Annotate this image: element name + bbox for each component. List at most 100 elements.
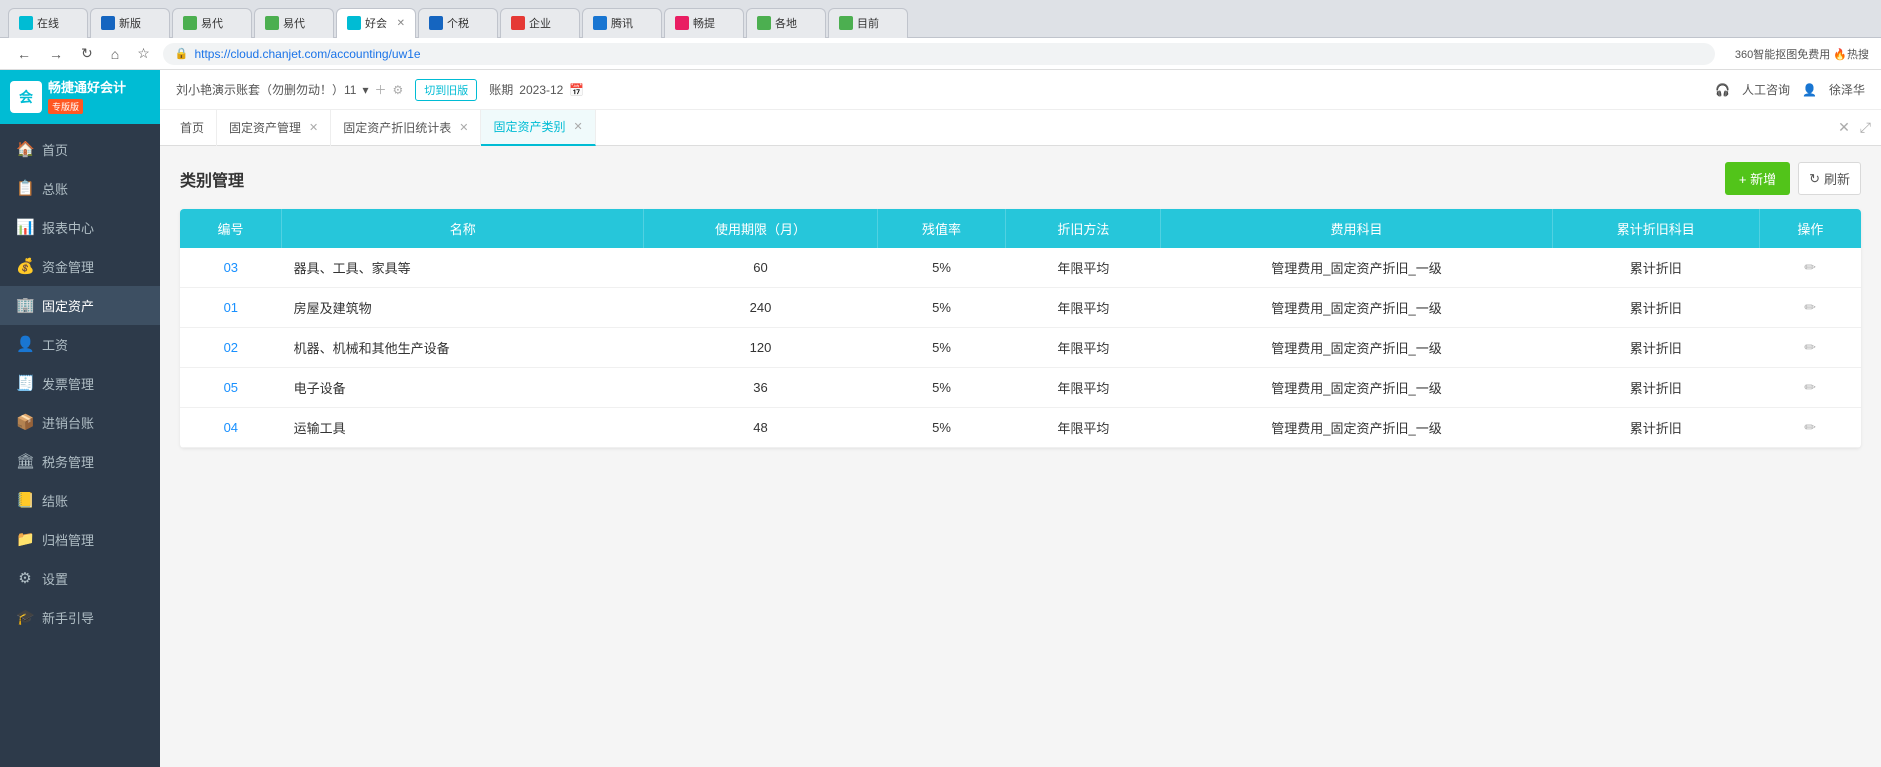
sidebar-item-close[interactable]: 📒 结账 [0, 481, 160, 520]
sidebar-item-tax[interactable]: 🏛 税务管理 [0, 442, 160, 481]
sidebar-nav: 🏠 首页 📋 总账 📊 报表中心 💰 资金管理 🏢 固定资产 👤 工资 [0, 124, 160, 767]
tab-favicon-5 [429, 16, 443, 30]
tab-favicon-4 [347, 16, 361, 30]
sidebar-item-reports[interactable]: 📊 报表中心 [0, 208, 160, 247]
tab-favicon-2 [183, 16, 197, 30]
cell-action-0[interactable]: ✏ [1759, 248, 1861, 288]
browser-tab-3[interactable]: 易代 [254, 8, 334, 38]
switch-version-button[interactable]: 切到旧版 [415, 79, 477, 101]
page-tab-category-close[interactable]: ✕ [574, 120, 583, 133]
edit-icon-0[interactable]: ✏ [1804, 259, 1816, 275]
cell-period-0: 60 [644, 248, 877, 288]
sidebar-item-settings[interactable]: ⚙ 设置 [0, 559, 160, 598]
table-row: 02 机器、机械和其他生产设备 120 5% 年限平均 管理费用_固定资产折旧_… [180, 328, 1861, 368]
payroll-icon: 👤 [16, 335, 34, 353]
browser-tab-9[interactable]: 各地 [746, 8, 826, 38]
sidebar-item-funds[interactable]: 💰 资金管理 [0, 247, 160, 286]
dropdown-icon[interactable]: ▾ [362, 83, 368, 97]
browser-tab-close-4[interactable]: ✕ [397, 18, 405, 29]
sidebar-item-guide[interactable]: 🎓 新手引导 [0, 598, 160, 637]
browser-tab-2[interactable]: 易代 [172, 8, 252, 38]
tab-collapse-button[interactable]: ✕ [1836, 117, 1852, 138]
cell-expense-2: 管理费用_固定资产折旧_一级 [1161, 328, 1552, 368]
browser-tab-0[interactable]: 在线 [8, 8, 88, 38]
search-area: 360智能抠图免费用 🔥热搜 [1735, 46, 1869, 62]
cell-method-3: 年限平均 [1006, 368, 1161, 408]
col-code: 编号 [180, 209, 282, 248]
col-rate: 残值率 [877, 209, 1006, 248]
reload-button[interactable]: ↻ [76, 43, 98, 64]
top-bar: 刘小艳演示账套（勿删勿动！）11 ▾ ＋ ⚙ 切到旧版 账期 2023-12 📅… [160, 70, 1881, 110]
back-button[interactable]: ← [12, 44, 36, 64]
tab-label-2: 易代 [201, 15, 223, 31]
cell-period-2: 120 [644, 328, 877, 368]
browser-tab-7[interactable]: 腾讯 [582, 8, 662, 38]
add-category-button[interactable]: + 新增 [1725, 162, 1790, 195]
tab-expand-button[interactable]: ⤢ [1858, 117, 1873, 138]
sidebar-label-inventory: 进销台账 [42, 413, 94, 432]
sidebar-logo: 会 畅捷通好会计 专版版 [0, 70, 160, 124]
sidebar-item-payroll[interactable]: 👤 工资 [0, 325, 160, 364]
tab-favicon-8 [675, 16, 689, 30]
edit-icon-1[interactable]: ✏ [1804, 299, 1816, 315]
browser-tab-6[interactable]: 企业 [500, 8, 580, 38]
cell-action-4[interactable]: ✏ [1759, 408, 1861, 448]
col-action: 操作 [1759, 209, 1861, 248]
sidebar-label-funds: 资金管理 [42, 257, 94, 276]
browser-tab-4[interactable]: 好会 ✕ [336, 8, 416, 38]
logo-badge: 专版版 [48, 99, 83, 114]
forward-button[interactable]: → [44, 44, 68, 64]
edit-icon-3[interactable]: ✏ [1804, 379, 1816, 395]
page-tab-fixed-assets-mgmt-close[interactable]: ✕ [309, 121, 318, 134]
col-depreciation: 累计折旧科目 [1552, 209, 1759, 248]
edit-icon-4[interactable]: ✏ [1804, 419, 1816, 435]
sidebar-item-invoice[interactable]: 🧾 发票管理 [0, 364, 160, 403]
calendar-icon[interactable]: 📅 [569, 83, 584, 97]
sidebar-item-inventory[interactable]: 📦 进销台账 [0, 403, 160, 442]
bookmark-button[interactable]: ☆ [132, 43, 155, 64]
sidebar-label-invoice: 发票管理 [42, 374, 94, 393]
sidebar-item-home[interactable]: 🏠 首页 [0, 130, 160, 169]
cell-code-4: 04 [180, 408, 282, 448]
page-tab-category[interactable]: 固定资产类别 ✕ [481, 110, 595, 146]
edit-icon-2[interactable]: ✏ [1804, 339, 1816, 355]
cell-action-2[interactable]: ✏ [1759, 328, 1861, 368]
tab-favicon-3 [265, 16, 279, 30]
cell-name-2: 机器、机械和其他生产设备 [282, 328, 644, 368]
cell-action-1[interactable]: ✏ [1759, 288, 1861, 328]
cell-method-4: 年限平均 [1006, 408, 1161, 448]
url-bar[interactable]: 🔒 https://cloud.chanjet.com/accounting/u… [163, 43, 1715, 65]
page-tab-depreciation-table[interactable]: 固定资产折旧统计表 ✕ [331, 110, 481, 146]
tab-label-10: 目前 [857, 15, 879, 31]
page-tab-home[interactable]: 首页 [168, 110, 217, 146]
page-tab-depreciation-table-close[interactable]: ✕ [459, 121, 468, 134]
browser-chrome: 在线 新版 易代 易代 好会 ✕ 个税 企业 腾讯 [0, 0, 1881, 38]
browser-tab-5[interactable]: 个税 [418, 8, 498, 38]
archive-icon: 📁 [16, 530, 34, 548]
sidebar-item-ledger[interactable]: 📋 总账 [0, 169, 160, 208]
page-tab-fixed-assets-mgmt[interactable]: 固定资产管理 ✕ [217, 110, 331, 146]
browser-tab-1[interactable]: 新版 [90, 8, 170, 38]
cell-code-3: 05 [180, 368, 282, 408]
browser-tab-8[interactable]: 畅提 [664, 8, 744, 38]
cell-action-3[interactable]: ✏ [1759, 368, 1861, 408]
refresh-button[interactable]: ↻ 刷新 [1798, 162, 1861, 195]
consult-label[interactable]: 人工咨询 [1742, 81, 1790, 98]
add-icon[interactable]: ＋ [375, 81, 387, 98]
tab-label-6: 企业 [529, 15, 551, 31]
company-info: 刘小艳演示账套（勿删勿动！）11 ▾ ＋ ⚙ [176, 81, 403, 98]
table-header-row: 编号 名称 使用期限（月） 残值率 折旧方法 费用科目 累计折旧科目 操作 [180, 209, 1861, 248]
sidebar-item-archive[interactable]: 📁 归档管理 [0, 520, 160, 559]
page-title: 类别管理 [180, 167, 244, 191]
settings-top-icon[interactable]: ⚙ [393, 83, 404, 97]
cell-rate-0: 5% [877, 248, 1006, 288]
page-tab-category-label: 固定资产类别 [493, 118, 565, 135]
home-button[interactable]: ⌂ [106, 44, 124, 64]
url-text: https://cloud.chanjet.com/accounting/uw1… [194, 47, 1702, 61]
browser-tab-10[interactable]: 目前 [828, 8, 908, 38]
logo-icon: 会 [10, 81, 42, 113]
browser-tabs: 在线 新版 易代 易代 好会 ✕ 个税 企业 腾讯 [8, 0, 910, 38]
cell-expense-4: 管理费用_固定资产折旧_一级 [1161, 408, 1552, 448]
sidebar-item-fixed-assets[interactable]: 🏢 固定资产 [0, 286, 160, 325]
cell-expense-1: 管理费用_固定资产折旧_一级 [1161, 288, 1552, 328]
